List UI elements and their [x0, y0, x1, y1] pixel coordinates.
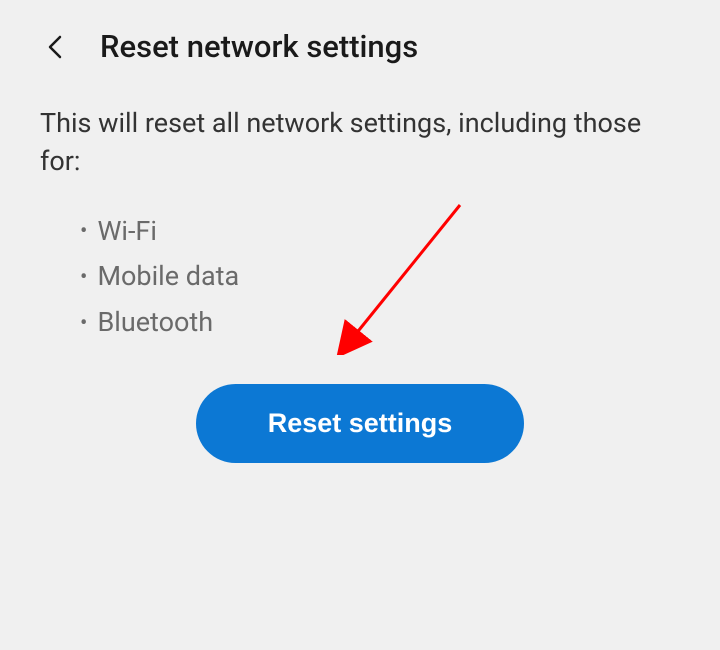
chevron-left-icon — [46, 33, 66, 61]
list-item: Mobile data — [80, 254, 680, 300]
content-area: This will reset all network settings, in… — [0, 85, 720, 483]
header: Reset network settings — [0, 0, 720, 85]
list-item: Bluetooth — [80, 300, 680, 346]
back-button[interactable] — [40, 31, 72, 63]
list-item-label: Mobile data — [97, 254, 239, 300]
list-item-label: Wi-Fi — [97, 209, 156, 255]
reset-settings-button[interactable]: Reset settings — [196, 384, 525, 463]
description-text: This will reset all network settings, in… — [40, 105, 680, 181]
list-item: Wi-Fi — [80, 209, 680, 255]
page-title: Reset network settings — [100, 28, 418, 65]
bullet-list: Wi-Fi Mobile data Bluetooth — [40, 209, 680, 347]
list-item-label: Bluetooth — [97, 300, 213, 346]
button-container: Reset settings — [40, 384, 680, 463]
